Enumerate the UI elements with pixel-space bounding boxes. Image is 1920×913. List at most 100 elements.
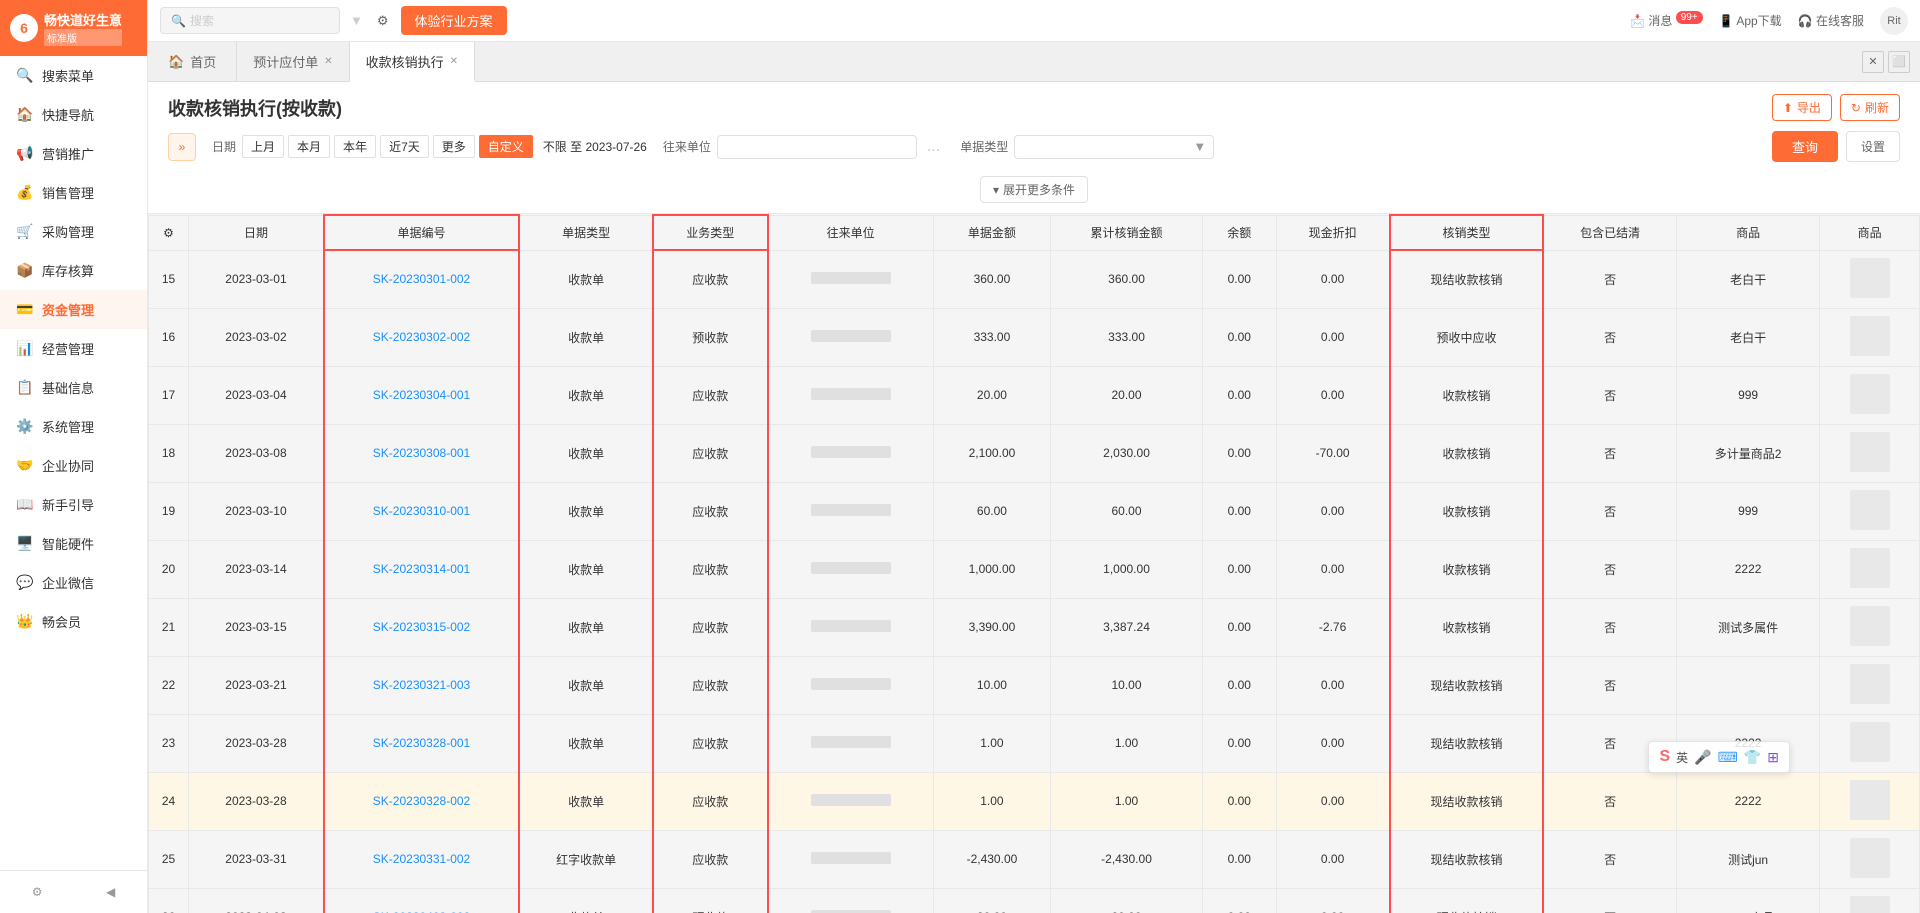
doc-no-link[interactable]: SK-20230301-002 xyxy=(373,272,470,286)
th-date[interactable]: 日期 xyxy=(189,215,324,250)
th-writeoff-type[interactable]: 核销类型 xyxy=(1390,215,1544,250)
sidebar-item-marketing[interactable]: 📢 营销推广 xyxy=(0,134,147,173)
doc-no-link[interactable]: SK-20230314-001 xyxy=(373,562,470,576)
filter-partner-input[interactable] xyxy=(717,135,917,159)
cell-balance: 0.00 xyxy=(1203,598,1277,656)
tab-home[interactable]: 🏠 首页 xyxy=(148,42,237,81)
filter-collapse-btn[interactable]: » xyxy=(168,133,196,161)
sidebar-item-inventory[interactable]: 📦 库存核算 xyxy=(0,251,147,290)
doc-no-link[interactable]: SK-20230315-002 xyxy=(373,620,470,634)
th-biz-type[interactable]: 业务类型 xyxy=(653,215,767,250)
cell-product2 xyxy=(1820,424,1920,482)
cell-biz-type: 应收款 xyxy=(653,366,767,424)
sidebar-item-hardware[interactable]: 🖥️ 智能硬件 xyxy=(0,524,147,563)
cell-biz-type: 应收款 xyxy=(653,830,767,888)
refresh-btn[interactable]: ↻ 刷新 xyxy=(1840,94,1900,121)
query-btn[interactable]: 查询 xyxy=(1772,131,1838,162)
th-balance[interactable]: 余额 xyxy=(1203,215,1277,250)
cell-partner xyxy=(768,772,934,830)
cell-biz-type: 应收款 xyxy=(653,598,767,656)
sidebar-item-operation[interactable]: 📊 经营管理 xyxy=(0,329,147,368)
sidebar-item-guide[interactable]: 📖 新手引导 xyxy=(0,485,147,524)
th-doc-no[interactable]: 单据编号 xyxy=(324,215,519,250)
topbar-search[interactable]: 🔍 搜索 xyxy=(160,7,340,34)
app-download-area[interactable]: 📱 App下载 xyxy=(1719,12,1782,29)
tab-close-btn[interactable]: ✕ xyxy=(1862,51,1884,73)
th-doc-type[interactable]: 单据类型 xyxy=(519,215,653,250)
filter-this-month[interactable]: 本月 xyxy=(288,135,330,158)
doc-no-link[interactable]: SK-20230308-001 xyxy=(373,446,470,460)
sidebar-settings-btn[interactable]: ⚙ xyxy=(22,879,53,905)
export-btn[interactable]: ⬆ 导出 xyxy=(1772,94,1832,121)
solution-btn[interactable]: 体验行业方案 xyxy=(401,6,507,35)
tab-actions: ✕ ⬜ xyxy=(1852,42,1920,81)
tabbar: 🏠 首页 预计应付单 ✕ 收款核销执行 ✕ ✕ ⬜ xyxy=(148,42,1920,82)
th-writeoff[interactable]: 累计核销金额 xyxy=(1051,215,1203,250)
sidebar-collapse-btn[interactable]: ◀ xyxy=(96,879,125,905)
topbar-gear-btn[interactable]: ⚙ xyxy=(373,9,393,33)
doc-no-link[interactable]: SK-20230331-002 xyxy=(373,852,470,866)
filter-doc-type-select[interactable] xyxy=(1014,135,1214,159)
cell-no: 24 xyxy=(149,772,189,830)
cell-product2 xyxy=(1820,482,1920,540)
cell-doc-type: 红字收款单 xyxy=(519,830,653,888)
doc-no-link[interactable]: SK-20230302-002 xyxy=(373,330,470,344)
sidebar-item-basic[interactable]: 📋 基础信息 xyxy=(0,368,147,407)
table-row: 25 2023-03-31 SK-20230331-002 红字收款单 应收款 … xyxy=(149,830,1920,888)
cell-writeoff-type: 收款核销 xyxy=(1390,482,1544,540)
tab-receipt[interactable]: 收款核销执行 ✕ xyxy=(350,42,475,82)
doc-no-link[interactable]: SK-20230328-001 xyxy=(373,736,470,750)
filter-this-year[interactable]: 本年 xyxy=(334,135,376,158)
table-row: 18 2023-03-08 SK-20230308-001 收款单 应收款 2,… xyxy=(149,424,1920,482)
tab-prepay-close[interactable]: ✕ xyxy=(324,56,332,67)
cell-doc-type: 收款单 xyxy=(519,540,653,598)
cell-doc-type: 收款单 xyxy=(519,250,653,308)
doc-no-link[interactable]: SK-20230328-002 xyxy=(373,794,470,808)
th-include-settled[interactable]: 包含已结清 xyxy=(1543,215,1676,250)
cell-balance: 0.00 xyxy=(1203,772,1277,830)
sidebar-item-quicknav[interactable]: 🏠 快捷导航 xyxy=(0,95,147,134)
cell-date: 2023-03-21 xyxy=(189,656,324,714)
doc-no-link[interactable]: SK-20230304-001 xyxy=(373,388,470,402)
tab-receipt-close[interactable]: ✕ xyxy=(450,56,458,67)
th-product[interactable]: 商品 xyxy=(1676,215,1819,250)
th-amount[interactable]: 单据金额 xyxy=(933,215,1050,250)
sidebar-item-system[interactable]: ⚙️ 系统管理 xyxy=(0,407,147,446)
filter-custom[interactable]: 自定义 xyxy=(479,135,533,158)
doc-no-link[interactable]: SK-20230321-003 xyxy=(373,678,470,692)
cell-writeoff-type: 现结收款核销 xyxy=(1390,656,1544,714)
gear-icon[interactable]: ⚙ xyxy=(163,226,174,240)
filter-last-month[interactable]: 上月 xyxy=(242,135,284,158)
tab-prepay[interactable]: 预计应付单 ✕ xyxy=(237,42,349,81)
online-service-area[interactable]: 🎧 在线客服 xyxy=(1798,12,1864,29)
sidebar-item-sales[interactable]: 💰 销售管理 xyxy=(0,173,147,212)
cell-include-settled: 否 xyxy=(1543,366,1676,424)
th-discount[interactable]: 现金折扣 xyxy=(1276,215,1390,250)
sidebar-item-purchase[interactable]: 🛒 采购管理 xyxy=(0,212,147,251)
data-table: ⚙ 日期 单据编号 单据类型 业务类型 往来单位 单据金额 累计核销金额 余额 … xyxy=(148,214,1920,913)
sidebar-item-finance[interactable]: 💳 资金管理 xyxy=(0,290,147,329)
expand-conditions-btn[interactable]: ▾ 展开更多条件 xyxy=(980,176,1088,203)
th-product2[interactable]: 商品 xyxy=(1820,215,1920,250)
export-icon: ⬆ xyxy=(1783,101,1793,115)
cell-balance: 0.00 xyxy=(1203,366,1277,424)
sidebar-item-member[interactable]: 👑 畅会员 xyxy=(0,602,147,641)
table-scroll-area[interactable]: ⚙ 日期 单据编号 单据类型 业务类型 往来单位 单据金额 累计核销金额 余额 … xyxy=(148,214,1920,913)
logo-text-area: 畅快道好生意 标准版 xyxy=(44,10,122,46)
sidebar-item-wechat[interactable]: 💬 企业微信 xyxy=(0,563,147,602)
filter-more[interactable]: 更多 xyxy=(433,135,475,158)
th-partner[interactable]: 往来单位 xyxy=(768,215,934,250)
user-avatar[interactable]: Rit xyxy=(1880,7,1908,35)
sidebar-item-enterprise[interactable]: 🤝 企业协同 xyxy=(0,446,147,485)
cell-amount: 10.00 xyxy=(933,656,1050,714)
doc-no-link[interactable]: SK-20230310-001 xyxy=(373,504,470,518)
cell-no: 20 xyxy=(149,540,189,598)
notification-area[interactable]: 📩 消息 99+ xyxy=(1630,12,1703,29)
filter-date: 日期 上月 本月 本年 近7天 更多 自定义 不限 至 2023-07-26 xyxy=(212,135,647,158)
table-row: 26 2023-04-03 SK-20230403-002 收款单 预收款 20… xyxy=(149,888,1920,913)
filter-setting-btn[interactable]: 设置 xyxy=(1846,131,1900,162)
sidebar-item-search[interactable]: 🔍 搜索菜单 xyxy=(0,56,147,95)
filter-date-range: 不限 至 2023-07-26 xyxy=(543,138,647,155)
filter-7days[interactable]: 近7天 xyxy=(380,135,429,158)
tab-maximize-btn[interactable]: ⬜ xyxy=(1888,51,1910,73)
